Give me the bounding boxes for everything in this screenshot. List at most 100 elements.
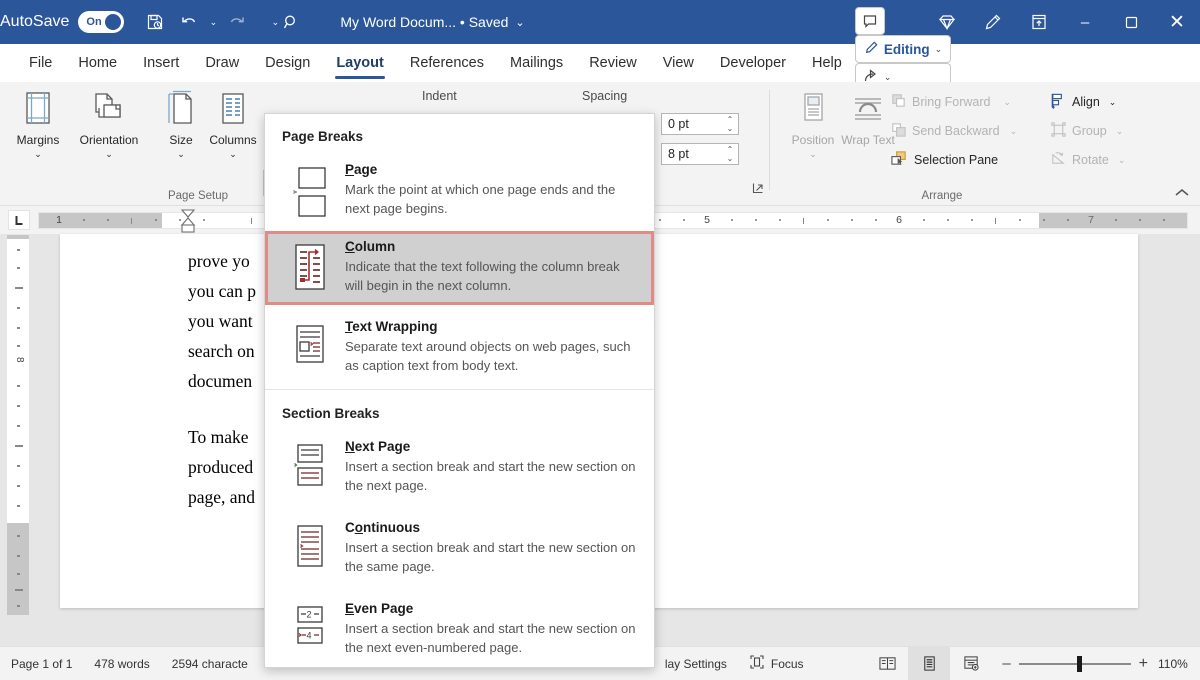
menu-item-page[interactable]: Page Mark the point at which one page en… [265, 154, 654, 231]
position-button[interactable]: Position ⌄ [780, 88, 846, 174]
chevron-down-icon[interactable]: ⌄ [105, 149, 113, 159]
tab-developer[interactable]: Developer [707, 44, 799, 82]
chevron-down-icon[interactable]: ⌄ [1116, 126, 1124, 137]
pen-icon[interactable] [970, 0, 1016, 44]
tab-view[interactable]: View [650, 44, 707, 82]
send-backward-button[interactable]: Send Backward ⌄ [890, 119, 1017, 143]
page-info[interactable]: Page 1 of 1 [0, 647, 83, 680]
spacing-before-input[interactable]: 0 pt ⌃⌄ [661, 113, 739, 135]
close-button[interactable]: ✕ [1154, 0, 1200, 44]
ribbon-tab-bar: File Home Insert Draw Design Layout Refe… [0, 44, 1200, 82]
menu-item-text-wrapping[interactable]: Text Wrapping Separate text around objec… [265, 305, 654, 385]
tab-review[interactable]: Review [576, 44, 650, 82]
chevron-down-icon[interactable]: ⌄ [1118, 155, 1126, 166]
left-tab-stop-icon[interactable] [8, 210, 30, 230]
spacing-before-stepper[interactable]: ⌃⌄ [722, 114, 738, 134]
group-button[interactable]: Group ⌄ [1050, 119, 1123, 143]
doc-line: page, and [188, 487, 255, 507]
search-icon[interactable] [274, 6, 308, 38]
chevron-down-icon[interactable]: ⌄ [515, 16, 524, 29]
zoom-out-button[interactable]: – [1002, 655, 1010, 672]
tab-mailings[interactable]: Mailings [497, 44, 576, 82]
focus-button[interactable]: Focus [738, 647, 815, 680]
indent-marker-icon[interactable] [178, 208, 198, 239]
tab-home[interactable]: Home [65, 44, 130, 82]
chevron-down-icon[interactable]: ⌄ [177, 149, 185, 159]
spacing-after-stepper[interactable]: ⌃⌄ [722, 144, 738, 164]
tab-insert[interactable]: Insert [130, 44, 192, 82]
send-backward-icon [890, 121, 907, 141]
doc-line: To make [188, 427, 249, 447]
wrap-text-label: Wrap Text [841, 134, 895, 147]
selection-pane-button[interactable]: Selection Pane [890, 148, 998, 172]
tab-layout[interactable]: Layout [323, 44, 397, 82]
tab-help[interactable]: Help [799, 44, 855, 82]
save-icon[interactable] [138, 6, 172, 38]
autosave-toggle-state: On [86, 16, 101, 28]
zoom-in-button[interactable]: + [1139, 655, 1148, 673]
align-button[interactable]: Align ⌄ [1050, 90, 1116, 114]
word-count[interactable]: 478 words [83, 647, 160, 680]
chevron-down-icon[interactable]: ⌄ [935, 44, 943, 55]
chevron-down-icon[interactable]: ⌄ [809, 149, 817, 159]
read-mode-icon[interactable] [866, 647, 908, 680]
menu-divider [265, 389, 654, 390]
chevron-down-icon[interactable]: ⌄ [884, 72, 892, 83]
collapse-ribbon-icon[interactable] [1174, 187, 1190, 201]
undo-icon[interactable] [172, 6, 206, 38]
chevron-down-icon[interactable]: ⌄ [1109, 97, 1117, 108]
undo-dropdown-caret[interactable]: ⌄ [206, 6, 220, 38]
zoom-track[interactable] [1019, 663, 1131, 665]
character-count[interactable]: 2594 characte [161, 647, 259, 680]
rotate-button[interactable]: Rotate ⌄ [1050, 148, 1125, 172]
dialog-box-launcher-icon[interactable] [752, 182, 764, 197]
chevron-down-icon[interactable]: ⌄ [229, 149, 237, 159]
ribbon-display-options-icon[interactable] [1016, 0, 1062, 44]
menu-item-continuous-description: Insert a section break and start the new… [345, 538, 640, 576]
menu-item-continuous-title: Continuous [345, 520, 640, 535]
tab-draw[interactable]: Draw [192, 44, 252, 82]
ruler-number-5: 5 [704, 214, 710, 226]
web-layout-icon[interactable] [950, 647, 992, 680]
tab-references[interactable]: References [397, 44, 497, 82]
zoom-slider[interactable]: – + [992, 655, 1158, 673]
comment-icon[interactable] [855, 7, 885, 35]
orientation-button[interactable]: Orientation ⌄ [70, 88, 148, 174]
autosave-toggle[interactable]: On [78, 11, 124, 33]
breaks-dropdown-menu[interactable]: Page Breaks Page Mark the point at which… [264, 113, 655, 668]
wrap-text-button[interactable]: Wrap Text [840, 88, 896, 174]
maximize-button[interactable] [1108, 0, 1154, 44]
print-layout-icon[interactable] [908, 647, 950, 680]
menu-item-next-page[interactable]: Next Page Insert a section break and sta… [265, 431, 654, 506]
spacing-after-input[interactable]: 8 pt ⌃⌄ [661, 143, 739, 165]
menu-item-even-page-description: Insert a section break and start the new… [345, 619, 640, 657]
chevron-down-icon[interactable]: ⌄ [34, 149, 42, 159]
vertical-ruler[interactable]: 8 [6, 234, 30, 614]
menu-item-page-description: Mark the point at which one page ends an… [345, 180, 640, 218]
doc-line: documen [188, 371, 252, 391]
editing-mode-button[interactable]: Editing ⌄ [855, 35, 951, 63]
tab-design[interactable]: Design [252, 44, 323, 82]
selection-pane-icon [890, 150, 909, 170]
redo-icon[interactable] [220, 6, 254, 38]
focus-label: Focus [771, 657, 804, 671]
menu-item-even-page[interactable]: 2 4 Even Page Insert a section break and… [265, 587, 654, 668]
chevron-down-icon[interactable]: ⌄ [1010, 126, 1018, 137]
zoom-level[interactable]: 110% [1158, 657, 1200, 671]
autosave-toggle-knob [105, 14, 121, 30]
doc-line: you can p [188, 281, 256, 301]
chevron-down-icon[interactable]: ⌄ [1004, 97, 1012, 108]
bring-forward-button[interactable]: Bring Forward ⌄ [890, 90, 1011, 114]
size-label: Size [169, 134, 192, 147]
minimize-button[interactable]: – [1062, 0, 1108, 44]
margins-button[interactable]: Margins ⌄ [5, 88, 71, 174]
menu-item-column[interactable]: Column Indicate that the text following … [265, 231, 654, 305]
document-title[interactable]: My Word Docum... • Saved ⌄ [340, 14, 524, 30]
columns-button[interactable]: Columns ⌄ [202, 88, 264, 174]
menu-item-continuous[interactable]: Continuous Insert a section break and st… [265, 506, 654, 587]
arrange-group-label: Arrange [772, 190, 1112, 202]
tab-file[interactable]: File [16, 44, 65, 82]
send-backward-label: Send Backward [912, 124, 1000, 138]
zoom-knob[interactable] [1077, 656, 1082, 672]
display-settings-button[interactable]: lay Settings [654, 647, 738, 680]
